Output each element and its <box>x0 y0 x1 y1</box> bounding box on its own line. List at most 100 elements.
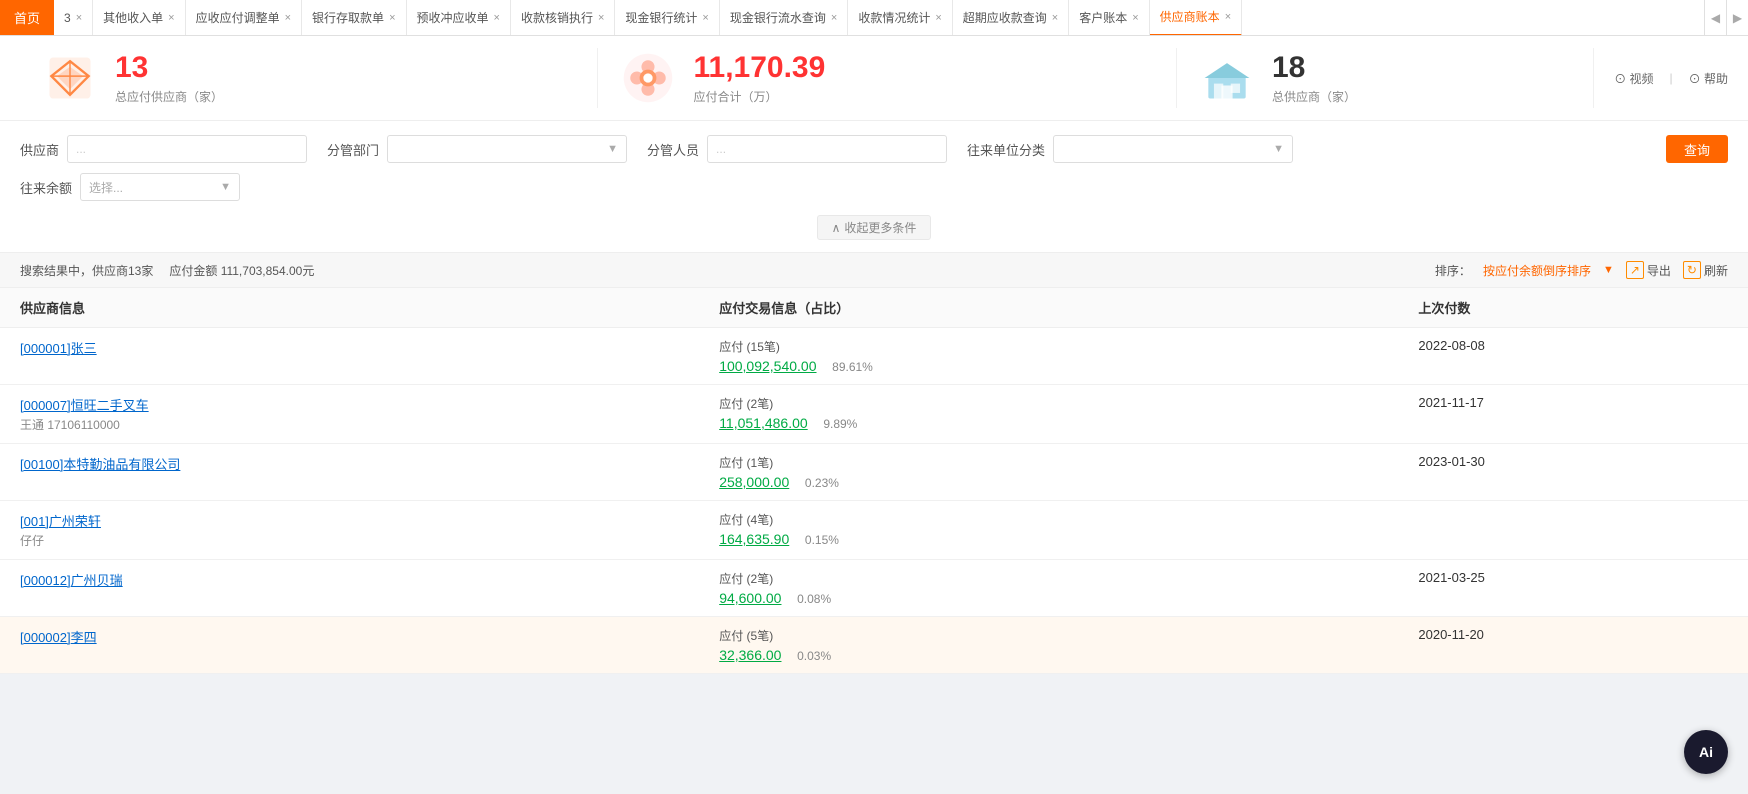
nav-right-arrow[interactable]: ▶ <box>1726 0 1748 36</box>
col-supplier-info: 供应商信息 <box>0 288 699 328</box>
nav-tab-other-income[interactable]: 其他收入单 × <box>93 0 185 36</box>
sort-arrow-icon[interactable]: ▼ <box>1603 264 1614 276</box>
supplier-placeholder: ... <box>76 142 86 156</box>
last-payment-cell <box>1398 501 1748 560</box>
close-tab-icon[interactable]: × <box>76 12 82 24</box>
nav-tab-customer-ledger[interactable]: 客户账本 × <box>1069 0 1149 36</box>
last-payment-cell: 2022-08-08 <box>1398 328 1748 385</box>
stat-payable-suppliers: 13 总应付供应商（家） <box>20 48 598 108</box>
nav-tab-cash-flow[interactable]: 现金银行流水查询 × <box>720 0 848 36</box>
supplier-link[interactable]: [000002] <box>20 630 71 645</box>
close-tab-icon[interactable]: × <box>1052 12 1058 24</box>
help-link[interactable]: ⊙ 帮助 <box>1689 70 1728 87</box>
close-tab-icon[interactable]: × <box>1225 11 1231 23</box>
supplier-cell: [00100]本特勤油品有限公司 <box>0 444 699 501</box>
department-arrow-icon: ▼ <box>607 143 618 155</box>
stat1-content: 13 总应付供应商（家） <box>115 51 223 105</box>
supplier-cell: [000001]张三 <box>0 328 699 385</box>
last-payment-cell: 2021-03-25 <box>1398 560 1748 617</box>
close-tab-icon[interactable]: × <box>935 12 941 24</box>
balance-select[interactable]: 选择... ▼ <box>80 173 240 201</box>
supplier-input[interactable]: ... <box>67 135 307 163</box>
person-input[interactable]: ... <box>707 135 947 163</box>
category-arrow-icon: ▼ <box>1273 143 1284 155</box>
payable-label: 应付 (1笔) <box>719 454 1378 471</box>
sort-select[interactable]: 按应付余额倒序排序 <box>1483 262 1591 279</box>
supplier-link[interactable]: [000012] <box>20 573 71 588</box>
refresh-icon: ↻ <box>1683 261 1701 279</box>
video-link[interactable]: ⊙ 视频 <box>1614 70 1653 87</box>
balance-placeholder: 选择... <box>89 179 123 196</box>
amount-link[interactable]: 94,600.00 <box>719 590 781 606</box>
export-icon: ↗ <box>1626 261 1644 279</box>
supplier-link[interactable]: [000007] <box>20 398 71 413</box>
payable-label: 应付 (2笔) <box>719 570 1378 587</box>
supplier-name-link[interactable]: 广州贝瑞 <box>71 573 123 588</box>
person-placeholder: ... <box>716 142 726 156</box>
search-button[interactable]: 查询 <box>1666 135 1728 163</box>
filter-person: 分管人员 ... <box>647 135 947 163</box>
nav-tab-adjustment[interactable]: 应收应付调整单 × <box>186 0 302 36</box>
nav-left-arrow[interactable]: ◀ <box>1704 0 1726 36</box>
payable-cell: 应付 (1笔) 258,000.00 0.23% <box>699 444 1398 501</box>
nav-tab-prepay[interactable]: 预收冲应收单 × <box>407 0 511 36</box>
collapse-button[interactable]: ∧ 收起更多条件 <box>817 215 932 240</box>
supplier-label: 供应商 <box>20 140 59 159</box>
nav-tab-bank-deposit[interactable]: 银行存取款单 × <box>302 0 406 36</box>
stat2-content: 11,170.39 应付合计（万） <box>693 51 825 105</box>
nav-tab-supplier-ledger[interactable]: 供应商账本 × <box>1150 0 1242 36</box>
close-tab-icon[interactable]: × <box>389 12 395 24</box>
nav-tab-3[interactable]: 3 × <box>54 0 93 36</box>
home-tab[interactable]: 首页 <box>0 0 54 36</box>
close-tab-icon[interactable]: × <box>702 12 708 24</box>
filter-supplier: 供应商 ... <box>20 135 307 163</box>
person-label: 分管人员 <box>647 140 699 159</box>
table-row: [000007]恒旺二手叉车 王通 17106110000 应付 (2笔) 11… <box>0 385 1748 444</box>
filter-balance: 往来余额 选择... ▼ <box>20 173 240 201</box>
category-select[interactable]: ▼ <box>1053 135 1293 163</box>
amount-link[interactable]: 11,051,486.00 <box>719 415 808 431</box>
refresh-button[interactable]: ↻ 刷新 <box>1683 261 1728 279</box>
nav-tab-collection-stat[interactable]: 收款情况统计 × <box>848 0 952 36</box>
last-payment-cell: 2021-11-17 <box>1398 385 1748 444</box>
stat2-label: 应付合计（万） <box>693 88 825 105</box>
ai-badge[interactable]: Ai <box>1684 730 1728 774</box>
supplier-link[interactable]: [000001] <box>20 341 71 356</box>
supplier-name-link[interactable]: 恒旺二手叉车 <box>71 398 149 413</box>
close-tab-icon[interactable]: × <box>168 12 174 24</box>
supplier-link[interactable]: [001] <box>20 514 49 529</box>
department-select[interactable]: ▼ <box>387 135 627 163</box>
flower-icon <box>618 48 678 108</box>
nav-tab-overdue[interactable]: 超期应收款查询 × <box>953 0 1069 36</box>
close-tab-icon[interactable]: × <box>598 12 604 24</box>
last-payment-date: 2021-03-25 <box>1418 570 1485 585</box>
close-tab-icon[interactable]: × <box>494 12 500 24</box>
nav-scroll-arrows: ◀ ▶ <box>1704 0 1748 36</box>
last-payment-date: 2022-08-08 <box>1418 338 1485 353</box>
amount-link[interactable]: 32,366.00 <box>719 647 781 663</box>
amount-link[interactable]: 100,092,540.00 <box>719 358 816 374</box>
nav-tab-cash-stat[interactable]: 现金银行统计 × <box>615 0 719 36</box>
supplier-name-link[interactable]: 李四 <box>71 630 97 645</box>
close-tab-icon[interactable]: × <box>831 12 837 24</box>
main-table-area: 供应商信息 应付交易信息（占比） 上次付数 [000001]张三 应付 (15笔… <box>0 288 1748 674</box>
supplier-name-link[interactable]: 广州荣轩 <box>49 514 101 529</box>
last-payment-date: 2020-11-20 <box>1418 627 1484 642</box>
payable-label: 应付 (15笔) <box>719 338 1378 355</box>
percentage-text: 9.89% <box>823 417 857 431</box>
export-label: 导出 <box>1647 262 1671 279</box>
stat3-content: 18 总供应商（家） <box>1272 51 1356 105</box>
supplier-name-link[interactable]: 本特勤油品有限公司 <box>63 457 180 472</box>
filter-row-2: 往来余额 选择... ▼ <box>20 173 1728 201</box>
close-tab-icon[interactable]: × <box>1132 12 1138 24</box>
export-button[interactable]: ↗ 导出 <box>1626 261 1671 279</box>
supplier-link[interactable]: [00100] <box>20 457 63 472</box>
supplier-cell: [001]广州荣轩 仔仔 <box>0 501 699 560</box>
diamond-icon <box>40 48 100 108</box>
nav-tab-collection[interactable]: 收款核销执行 × <box>511 0 615 36</box>
last-payment-date: 2023-01-30 <box>1418 454 1485 469</box>
amount-link[interactable]: 164,635.90 <box>719 531 789 547</box>
close-tab-icon[interactable]: × <box>285 12 291 24</box>
amount-link[interactable]: 258,000.00 <box>719 474 789 490</box>
supplier-name-link[interactable]: 张三 <box>71 341 97 356</box>
